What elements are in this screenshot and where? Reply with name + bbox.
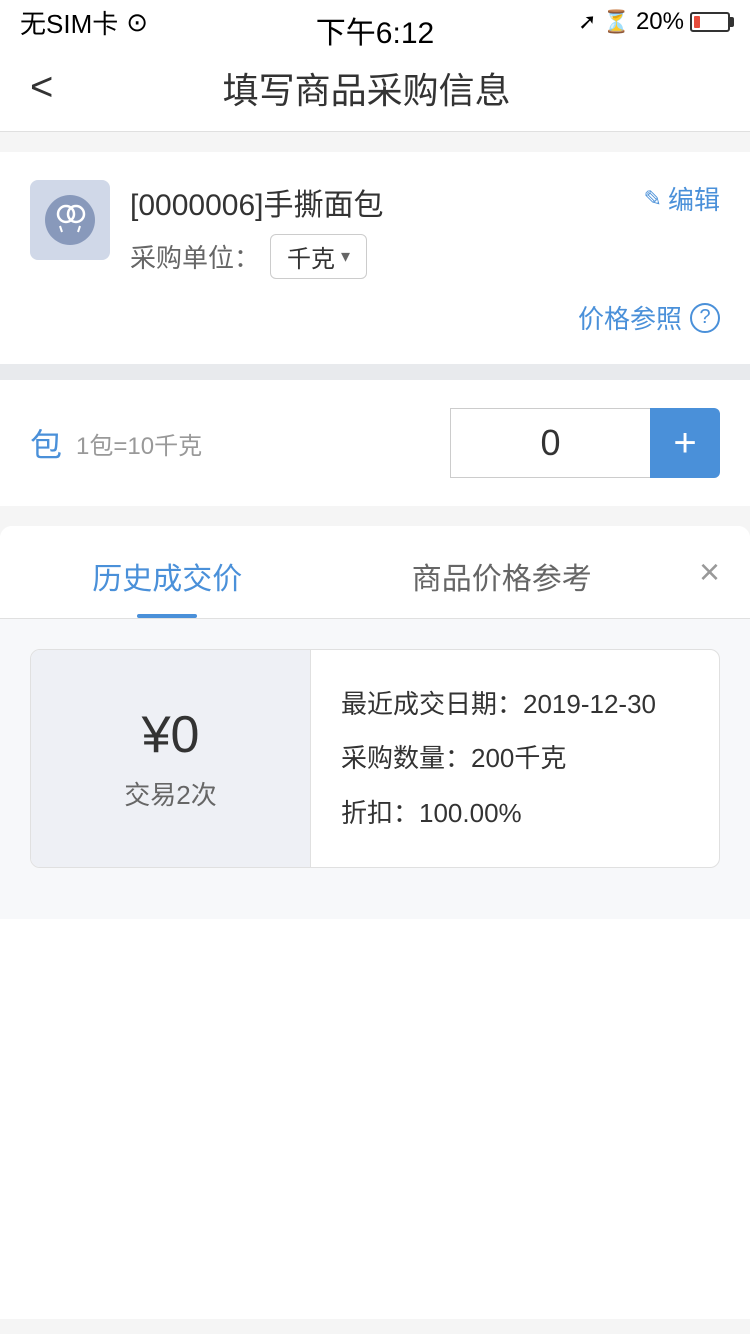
quantity-control: 0 + — [450, 408, 720, 478]
purchase-qty-value: 200千克 — [471, 743, 566, 773]
price-ref-row: 价格参照 ? — [30, 299, 720, 336]
history-price: ¥0 — [142, 705, 200, 765]
price-ref-link[interactable]: 价格参照 — [578, 299, 682, 336]
recent-date-value: 2019-12-30 — [523, 689, 656, 719]
product-unit-row: 采购单位： 千克 ▾ — [130, 234, 383, 279]
product-icon — [45, 195, 95, 245]
history-card-right: 最近成交日期：2019-12-30 采购数量：200千克 折扣：100.00% — [311, 650, 719, 867]
quantity-section: 包 1包=10千克 0 + — [0, 380, 750, 506]
status-left: 无SIM卡 ⊙ — [20, 4, 148, 41]
page-title: 填写商品采购信息 — [73, 62, 660, 114]
history-card-left: ¥0 交易2次 — [31, 650, 311, 867]
product-header: [0000006]手撕面包 采购单位： 千克 ▾ ✎ 编辑 — [30, 180, 720, 279]
history-trade-count: 交易2次 — [124, 775, 216, 812]
nav-bar: < 填写商品采购信息 — [0, 44, 750, 132]
help-icon[interactable]: ? — [690, 303, 720, 333]
product-thumbnail — [30, 180, 110, 260]
unit-select[interactable]: 千克 ▾ — [270, 234, 367, 279]
edit-button[interactable]: ✎ 编辑 — [644, 180, 720, 217]
edit-icon: ✎ — [644, 186, 662, 212]
unit-label: 采购单位： — [130, 238, 260, 275]
alarm-icon: ⏳ — [603, 9, 630, 35]
section-divider — [0, 364, 750, 380]
battery-icon — [690, 12, 730, 32]
wifi-icon: ⊙ — [126, 7, 148, 38]
history-detail-discount: 折扣：100.00% — [341, 795, 689, 831]
battery-percent: 20% — [636, 8, 684, 36]
quantity-label: 包 1包=10千克 — [30, 420, 202, 466]
tab-history-price[interactable]: 历史成交价 — [0, 526, 334, 618]
purchase-qty-label: 采购数量： — [341, 743, 471, 773]
status-bar: 无SIM卡 ⊙ 下午6:12 ➚ ⏳ 20% — [0, 0, 750, 44]
recent-date-label: 最近成交日期： — [341, 689, 523, 719]
bag-sub-label: 1包=10千克 — [76, 426, 202, 461]
status-right: ➚ ⏳ 20% — [578, 8, 730, 36]
discount-label: 折扣： — [341, 798, 419, 828]
carrier-text: 无SIM卡 — [20, 4, 118, 41]
product-name: [0000006]手撕面包 — [130, 180, 383, 224]
edit-label: 编辑 — [668, 180, 720, 217]
history-detail-date: 最近成交日期：2019-12-30 — [341, 686, 689, 722]
history-content: ¥0 交易2次 最近成交日期：2019-12-30 采购数量：200千克 折扣：… — [0, 619, 750, 919]
product-details: [0000006]手撕面包 采购单位： 千克 ▾ — [130, 180, 383, 279]
product-info: [0000006]手撕面包 采购单位： 千克 ▾ — [30, 180, 383, 279]
unit-value: 千克 — [287, 239, 335, 274]
product-section: [0000006]手撕面包 采购单位： 千克 ▾ ✎ 编辑 价格参照 ? — [0, 152, 750, 364]
location-icon: ➚ — [578, 9, 596, 35]
quantity-value: 0 — [540, 422, 560, 464]
white-fill — [0, 919, 750, 1319]
history-detail-qty: 采购数量：200千克 — [341, 740, 689, 776]
bag-label: 包 — [30, 420, 62, 466]
quantity-input[interactable]: 0 — [450, 408, 650, 478]
quantity-plus-button[interactable]: + — [650, 408, 720, 478]
discount-value: 100.00% — [419, 798, 522, 828]
battery-fill — [694, 16, 700, 28]
history-card: ¥0 交易2次 最近成交日期：2019-12-30 采购数量：200千克 折扣：… — [30, 649, 720, 868]
close-button[interactable]: × — [669, 551, 750, 593]
bottom-panel: 历史成交价 商品价格参考 × ¥0 交易2次 最近成交日期：2019-12-30… — [0, 526, 750, 919]
status-time: 下午6:12 — [316, 8, 434, 52]
chevron-down-icon: ▾ — [341, 246, 350, 267]
tabs-row: 历史成交价 商品价格参考 × — [0, 526, 750, 619]
tab-price-reference[interactable]: 商品价格参考 — [334, 526, 668, 618]
back-button[interactable]: < — [30, 65, 53, 110]
